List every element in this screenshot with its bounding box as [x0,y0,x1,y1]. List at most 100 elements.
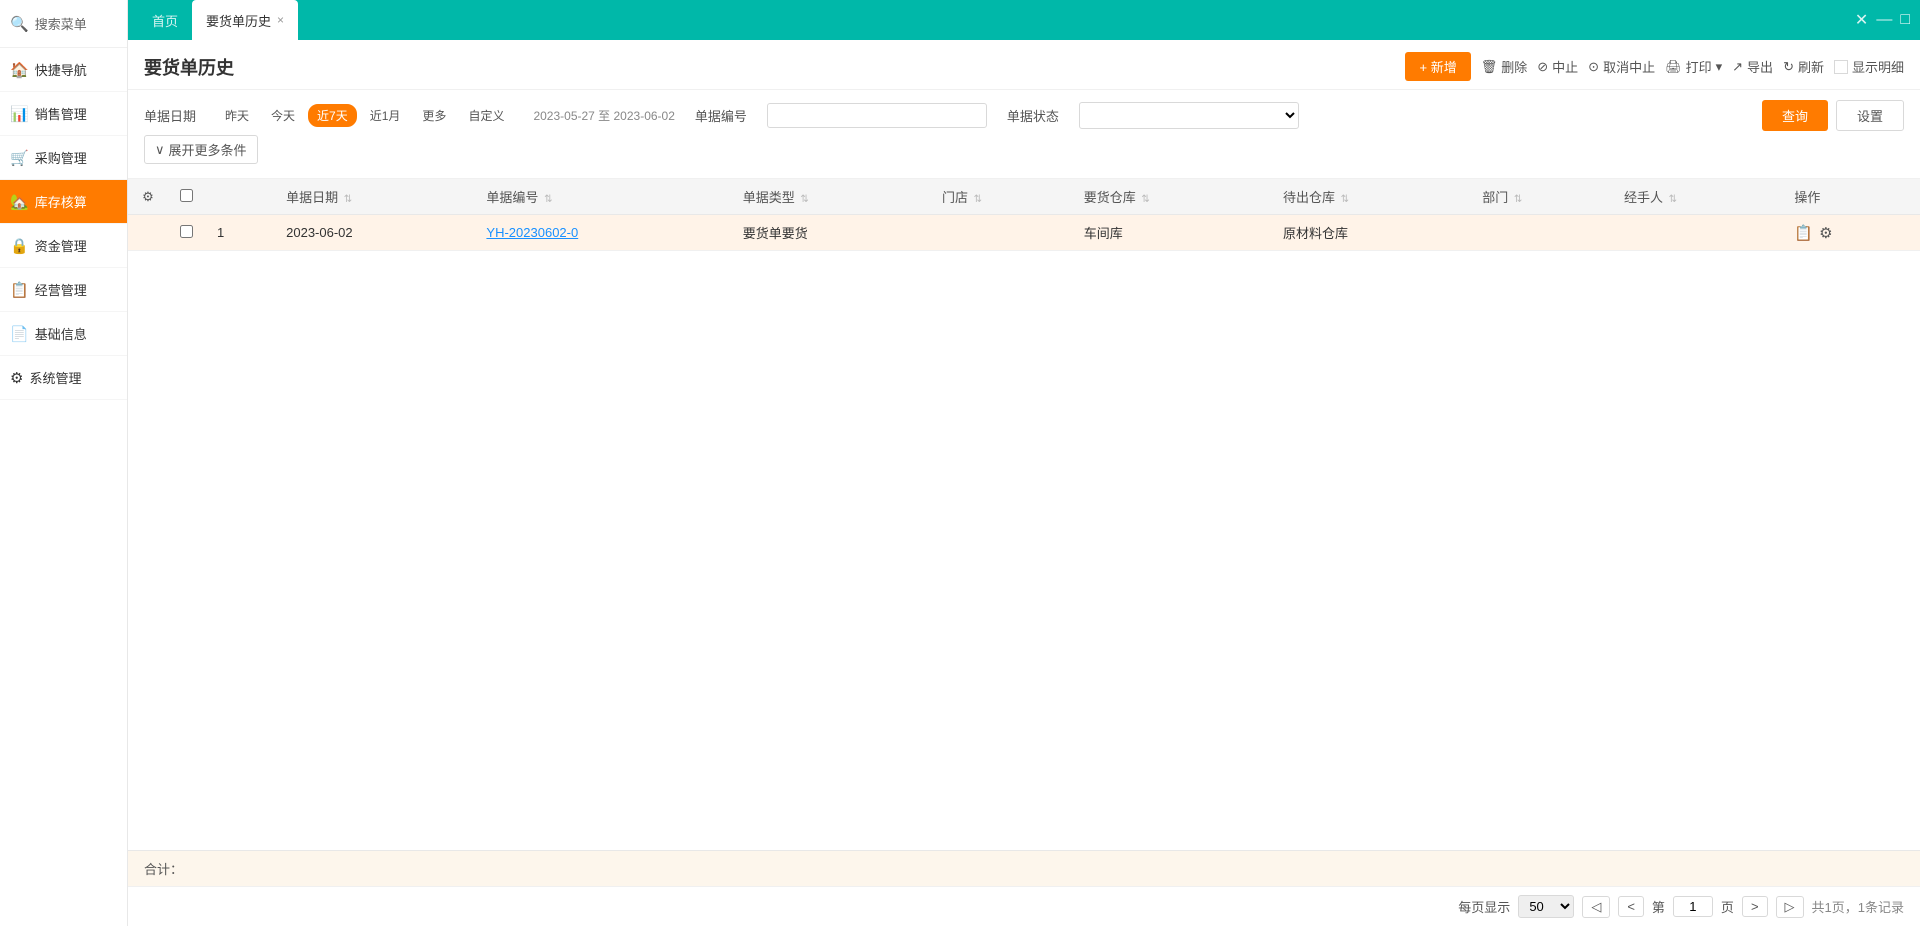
status-label: 单据状态 [1007,106,1059,125]
display-detail-checkbox[interactable] [1834,60,1848,74]
col-seq [205,179,274,215]
col-store[interactable]: 门店 ⇅ [930,179,1072,215]
date-btn-custom[interactable]: 自定义 [459,104,513,127]
stop-icon: ⊘ [1537,59,1548,75]
pagination: 每页显示 50 10 20 100 ◁ < 第 1 页 > ▷ 共1页，1条记录 [128,886,1920,926]
display-detail-button[interactable]: 显示明细 [1834,57,1904,76]
row-edit-icon[interactable]: 📋 [1794,224,1813,242]
sort-doc-type-icon: ⇅ [800,194,808,205]
gear-icon: ⚙ [10,369,23,387]
stop-button[interactable]: ⊘ 中止 [1537,57,1578,76]
sort-req-warehouse-icon: ⇅ [1141,194,1149,205]
tab-requisition-history[interactable]: 要货单历史 × [192,0,298,40]
export-button[interactable]: ↗ 导出 [1732,57,1773,76]
sidebar-item-purchase[interactable]: 🛒 采购管理 [0,136,127,180]
window-maximize-icon[interactable]: □ [1900,11,1910,29]
prev-page-button[interactable]: < [1618,896,1644,917]
window-minimize-icon[interactable]: — [1876,11,1892,29]
col-checkbox [168,179,205,215]
table-header: ⚙ 单据日期 ⇅ 单据编号 ⇅ [128,179,1920,215]
main-area: 首页 要货单历史 × ✕ — □ 要货单历史 + 新增 🗑 删除 ⊘ [128,0,1920,926]
summary-label: 合计： [144,859,183,878]
select-all-checkbox[interactable] [180,189,193,202]
window-close-icon[interactable]: ✕ [1855,10,1868,30]
sidebar-search-label: 搜索菜单 [35,14,87,33]
row-checkbox[interactable] [180,225,193,238]
print-dropdown-icon: ▾ [1716,59,1723,75]
print-button[interactable]: 🖨 打印 ▾ [1665,57,1722,76]
col-department[interactable]: 部门 ⇅ [1470,179,1612,215]
sidebar-item-sales[interactable]: 📊 销售管理 [0,92,127,136]
sidebar-item-operations[interactable]: 📋 经营管理 [0,268,127,312]
clipboard-icon: 📋 [10,281,29,299]
cell-store [930,215,1072,251]
sidebar-item-label: 快捷导航 [35,60,87,79]
col-pending-warehouse[interactable]: 待出仓库 ⇅ [1271,179,1470,215]
refresh-icon: ↻ [1783,59,1794,75]
sidebar-item-label: 系统管理 [29,368,81,387]
query-button[interactable]: 查询 [1762,100,1828,131]
toolbar: + 新增 🗑 删除 ⊘ 中止 ⊙ 取消中止 🖨 打印 ▾ [1405,52,1904,81]
col-doc-no[interactable]: 单据编号 ⇅ [474,179,730,215]
col-doc-date[interactable]: 单据日期 ⇅ [274,179,474,215]
cell-doc-type: 要货单要货 [731,215,930,251]
sidebar-item-label: 资金管理 [35,236,87,255]
sort-pending-warehouse-icon: ⇅ [1341,194,1349,205]
per-page-select[interactable]: 50 10 20 100 [1518,895,1574,918]
topbar-right-controls: ✕ — □ [1855,10,1910,30]
cell-settings [128,215,168,251]
cancel-stop-button[interactable]: ⊙ 取消中止 [1588,57,1655,76]
warehouse-icon: 🏡 [10,193,29,211]
doc-no-input[interactable] [767,103,987,128]
cell-department [1470,215,1612,251]
filter-settings-button[interactable]: 设置 [1836,100,1904,131]
sidebar-item-base[interactable]: 📄 基础信息 [0,312,127,356]
filter-row-expand: ∨ 展开更多条件 [144,135,1904,164]
date-btn-yesterday[interactable]: 昨天 [216,104,258,127]
col-settings[interactable]: ⚙ [128,179,168,215]
sidebar-item-system[interactable]: ⚙ 系统管理 [0,356,127,400]
refresh-button[interactable]: ↻ 刷新 [1783,57,1824,76]
doc-no-link[interactable]: YH-20230602-0 [486,225,578,240]
date-filter-buttons: 昨天 今天 近7天 近1月 更多 自定义 [216,104,513,127]
sidebar-search[interactable]: 🔍 搜索菜单 [0,0,127,48]
delete-button[interactable]: 🗑 删除 [1481,57,1528,76]
search-icon: 🔍 [10,15,29,33]
cell-checkbox [168,215,205,251]
next-page-button[interactable]: > [1742,896,1768,917]
date-btn-more[interactable]: 更多 [413,104,455,127]
date-btn-1month[interactable]: 近1月 [361,104,410,127]
date-btn-7days[interactable]: 近7天 [308,104,357,127]
sidebar-item-quick-nav[interactable]: 🏠 快捷导航 [0,48,127,92]
tab-home-label: 首页 [152,11,178,30]
cancel-stop-icon: ⊙ [1588,59,1599,75]
cell-req-warehouse: 车间库 [1072,215,1271,251]
date-btn-today[interactable]: 今天 [262,104,304,127]
tab-close-icon[interactable]: × [277,13,284,27]
expand-more-button[interactable]: ∨ 展开更多条件 [144,135,258,164]
sidebar-item-finance[interactable]: 🔒 资金管理 [0,224,127,268]
chart-icon: 📊 [10,105,29,123]
tab-home[interactable]: 首页 [138,0,192,40]
cell-doc-no[interactable]: YH-20230602-0 [474,215,730,251]
status-select[interactable] [1079,102,1299,129]
filter-row-1: 单据日期 昨天 今天 近7天 近1月 更多 自定义 2023-05-27 至 2… [144,100,1904,131]
last-page-button[interactable]: ▷ [1776,896,1804,918]
home-icon: 🏠 [10,61,29,79]
new-button[interactable]: + 新增 [1405,52,1470,81]
tab-requisition-history-label: 要货单历史 [206,11,271,30]
per-page-label: 每页显示 [1458,897,1510,916]
sidebar-item-label: 基础信息 [35,324,87,343]
page-label: 第 [1652,897,1665,916]
sidebar: 🔍 搜索菜单 🏠 快捷导航 📊 销售管理 🛒 采购管理 🏡 库存核算 🔒 资金管… [0,0,128,926]
first-page-button[interactable]: ◁ [1582,896,1610,918]
sidebar-item-inventory[interactable]: 🏡 库存核算 [0,180,127,224]
col-doc-type[interactable]: 单据类型 ⇅ [731,179,930,215]
page-title: 要货单历史 [144,54,234,80]
export-icon: ↗ [1732,59,1743,75]
cell-doc-date: 2023-06-02 [274,215,474,251]
col-handler[interactable]: 经手人 ⇅ [1612,179,1782,215]
col-req-warehouse[interactable]: 要货仓库 ⇅ [1072,179,1271,215]
row-detail-icon[interactable]: ⚙ [1819,224,1832,242]
page-number-input[interactable]: 1 [1673,896,1713,917]
